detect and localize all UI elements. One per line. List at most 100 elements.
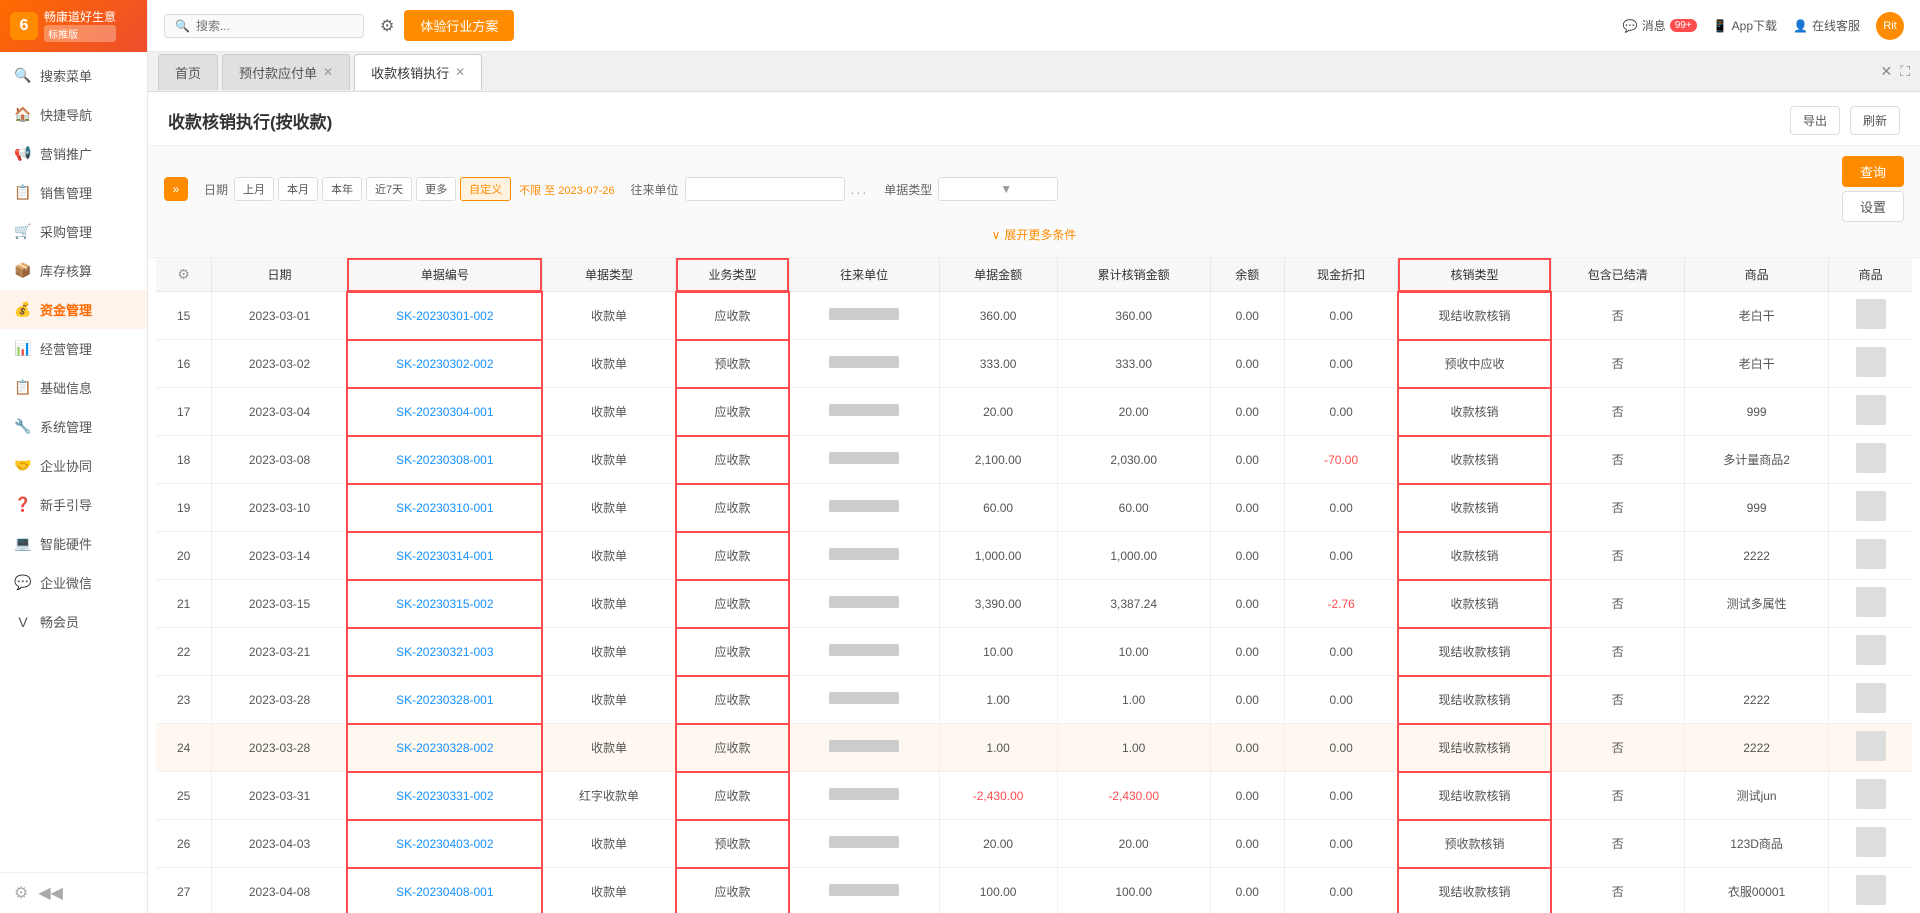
sidebar-item-sales[interactable]: 📋销售管理 <box>0 173 147 212</box>
industry-btn[interactable]: 体验行业方案 <box>404 10 514 41</box>
doc-no-link[interactable]: SK-20230308-001 <box>396 453 493 467</box>
cell-doc-no: SK-20230328-002 <box>347 724 542 772</box>
table-row: 17 2023-03-04 SK-20230304-001 收款单 应收款 20… <box>156 388 1912 436</box>
logo-icon: 6 <box>10 12 38 40</box>
cell-cum-amount: 10.00 <box>1057 628 1210 676</box>
tab-fullscreen-icon[interactable]: ⛶ <box>1900 63 1910 80</box>
sidebar-item-wechat[interactable]: 💬企业微信 <box>0 563 147 602</box>
setting-button[interactable]: 设置 <box>1842 191 1904 222</box>
gear-col-icon[interactable]: ⚙ <box>177 266 190 282</box>
doc-no-link[interactable]: SK-20230328-002 <box>396 741 493 755</box>
cell-doc-no: SK-20230310-001 <box>347 484 542 532</box>
tab-payable[interactable]: 预付款应付单 ✕ <box>222 54 350 90</box>
message-badge: 99+ <box>1670 19 1697 32</box>
filter-toggle[interactable]: » <box>164 177 188 201</box>
nav-icon: 🏠 <box>14 106 32 123</box>
sidebar-item-system[interactable]: 🔧系统管理 <box>0 407 147 446</box>
tab-home[interactable]: 首页 <box>158 54 218 90</box>
cell-biz-type: 应收款 <box>676 868 790 913</box>
table-row: 22 2023-03-21 SK-20230321-003 收款单 应收款 10… <box>156 628 1912 676</box>
cell-verify-type: 收款核销 <box>1398 484 1551 532</box>
doctype-chevron-icon: ▼ <box>1000 182 1049 196</box>
date-custom[interactable]: 自定义 <box>460 177 511 201</box>
expand-filter-btn[interactable]: ∨ 展开更多条件 <box>164 226 1904 243</box>
refresh-button[interactable]: 刷新 <box>1850 106 1900 135</box>
cell-include: 否 <box>1551 340 1684 388</box>
tab-collection-close[interactable]: ✕ <box>455 65 465 79</box>
date-last-month[interactable]: 上月 <box>234 177 274 201</box>
th-biz-type: 业务类型 <box>676 258 790 292</box>
sidebar-label-hardware: 智能硬件 <box>40 534 92 553</box>
search-input[interactable] <box>196 19 346 33</box>
cell-cum-amount: 60.00 <box>1057 484 1210 532</box>
date-7days[interactable]: 近7天 <box>366 177 412 201</box>
online-service-action[interactable]: 👤 在线客服 <box>1793 17 1860 34</box>
sidebar-item-operation[interactable]: 📊经营管理 <box>0 329 147 368</box>
unit-input[interactable] <box>685 177 845 201</box>
cell-date: 2023-03-10 <box>212 484 348 532</box>
cell-discount: 0.00 <box>1284 820 1398 868</box>
gear-icon[interactable]: ⚙ <box>380 16 394 36</box>
cell-amount: 60.00 <box>939 484 1057 532</box>
topbar: 🔍 ⚙ 体验行业方案 💬 消息 99+ 📱 App下载 👤 在线客服 Rit <box>148 0 1920 52</box>
doc-no-link[interactable]: SK-20230315-002 <box>396 597 493 611</box>
message-action[interactable]: 💬 消息 99+ <box>1623 17 1697 34</box>
sidebar-item-marketing[interactable]: 📢营销推广 <box>0 134 147 173</box>
member-icon: V <box>14 614 32 630</box>
online-service-label: 在线客服 <box>1812 17 1860 34</box>
doc-no-link[interactable]: SK-20230403-002 <box>396 837 493 851</box>
query-button[interactable]: 查询 <box>1842 156 1904 187</box>
cell-date: 2023-03-28 <box>212 676 348 724</box>
cell-amount: 2,100.00 <box>939 436 1057 484</box>
doc-no-link[interactable]: SK-20230331-002 <box>396 789 493 803</box>
sidebar-item-purchase[interactable]: 🛒采购管理 <box>0 212 147 251</box>
tab-collection[interactable]: 收款核销执行 ✕ <box>354 54 482 90</box>
topbar-search[interactable]: 🔍 <box>164 14 364 38</box>
doc-no-link[interactable]: SK-20230310-001 <box>396 501 493 515</box>
doc-no-link[interactable]: SK-20230304-001 <box>396 405 493 419</box>
doc-no-link[interactable]: SK-20230302-002 <box>396 357 493 371</box>
avatar[interactable]: Rit <box>1876 12 1904 40</box>
doctype-select[interactable]: ▼ <box>938 177 1058 201</box>
sidebar-item-inventory[interactable]: 📦库存核算 <box>0 251 147 290</box>
sidebar-item-enterprise[interactable]: 🤝企业协同 <box>0 446 147 485</box>
finance-icon: 💰 <box>14 301 32 318</box>
cell-goods2 <box>1829 772 1912 820</box>
doc-no-link[interactable]: SK-20230314-001 <box>396 549 493 563</box>
sidebar-item-finance[interactable]: 💰资金管理 <box>0 290 147 329</box>
doc-no-link[interactable]: SK-20230408-001 <box>396 885 493 899</box>
sidebar-item-member[interactable]: V畅会员 <box>0 602 147 641</box>
table-row: 26 2023-04-03 SK-20230403-002 收款单 预收款 20… <box>156 820 1912 868</box>
sidebar-item-nav[interactable]: 🏠快捷导航 <box>0 95 147 134</box>
date-this-year[interactable]: 本年 <box>322 177 362 201</box>
app-download-action[interactable]: 📱 App下载 <box>1713 17 1777 34</box>
search-icon: 🔍 <box>14 67 32 84</box>
doc-no-link[interactable]: SK-20230301-002 <box>396 309 493 323</box>
cell-cum-amount: 1.00 <box>1057 676 1210 724</box>
doc-no-link[interactable]: SK-20230328-001 <box>396 693 493 707</box>
table-row: 18 2023-03-08 SK-20230308-001 收款单 应收款 2,… <box>156 436 1912 484</box>
th-goods2: 商品 <box>1829 258 1912 292</box>
cell-no: 24 <box>156 724 212 772</box>
cell-doc-no: SK-20230328-001 <box>347 676 542 724</box>
tab-payable-close[interactable]: ✕ <box>323 65 333 79</box>
sidebar-item-hardware[interactable]: 💻智能硬件 <box>0 524 147 563</box>
sidebar-item-basic[interactable]: 📋基础信息 <box>0 368 147 407</box>
tab-close-all-icon[interactable]: ✕ <box>1880 63 1892 80</box>
date-this-month[interactable]: 本月 <box>278 177 318 201</box>
cell-cum-amount: 2,030.00 <box>1057 436 1210 484</box>
cell-unit <box>789 436 939 484</box>
cell-doc-type: 收款单 <box>542 340 675 388</box>
cell-biz-type: 应收款 <box>676 532 790 580</box>
date-buttons: 上月 本月 本年 近7天 更多 自定义 <box>234 177 511 201</box>
settings-icon[interactable]: ⚙ <box>14 883 28 903</box>
th-gear[interactable]: ⚙ <box>156 258 212 292</box>
cell-cum-amount: 360.00 <box>1057 292 1210 340</box>
export-button[interactable]: 导出 <box>1790 106 1840 135</box>
sidebar-item-guide[interactable]: ❓新手引导 <box>0 485 147 524</box>
collapse-icon[interactable]: ◀◀ <box>38 883 63 903</box>
sidebar-item-search[interactable]: 🔍搜索菜单 <box>0 56 147 95</box>
cell-unit <box>789 868 939 913</box>
doc-no-link[interactable]: SK-20230321-003 <box>396 645 493 659</box>
date-more[interactable]: 更多 <box>416 177 456 201</box>
